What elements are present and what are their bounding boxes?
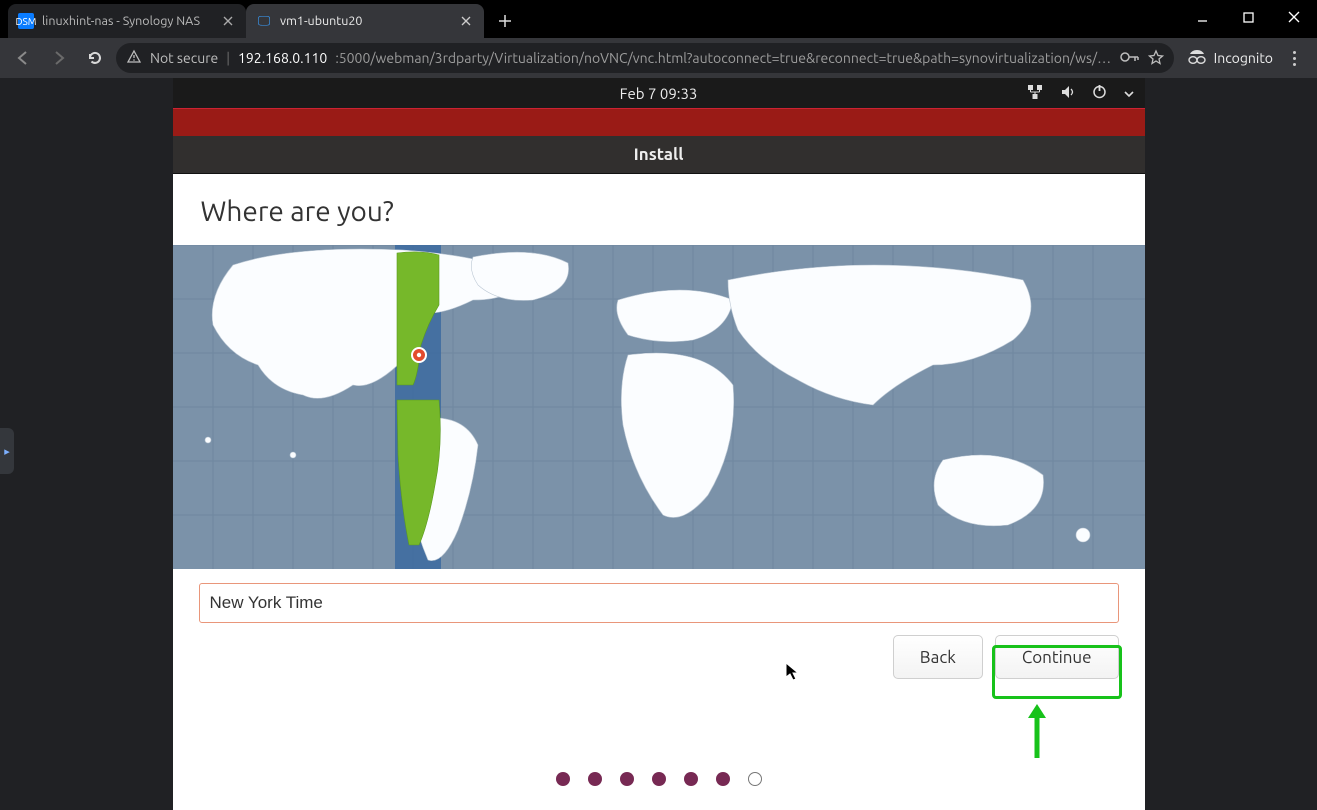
address-bar[interactable]: Not secure | 192.168.0.110:5000/webman/3… <box>116 43 1174 73</box>
window-minimize-button[interactable] <box>1179 0 1225 34</box>
incognito-badge[interactable]: Incognito <box>1186 48 1273 69</box>
page-content: ▸ Feb 7 09:33 Install <box>0 78 1317 810</box>
chevron-down-icon[interactable] <box>1123 85 1135 102</box>
tab-close-icon[interactable] <box>220 13 236 29</box>
network-icon[interactable] <box>1026 84 1044 103</box>
progress-dot <box>716 772 730 786</box>
progress-dot <box>684 772 698 786</box>
browser-tab-inactive[interactable]: DSM linuxhint-nas - Synology NAS <box>8 4 246 38</box>
tab-close-icon[interactable] <box>458 13 474 29</box>
back-button[interactable]: Back <box>893 635 983 679</box>
vm-screen: Feb 7 09:33 Install Where are y <box>173 78 1145 810</box>
progress-dots <box>173 772 1145 786</box>
address-host: 192.168.0.110 <box>238 50 327 66</box>
tab-title: linuxhint-nas - Synology NAS <box>42 14 220 28</box>
timezone-map[interactable] <box>173 245 1145 569</box>
browser-menu-button[interactable] <box>1285 51 1303 66</box>
power-icon[interactable] <box>1092 84 1107 102</box>
browser-tab-active[interactable]: 🖵 vm1-ubuntu20 <box>246 4 484 38</box>
incognito-icon <box>1186 48 1208 69</box>
window-maximize-button[interactable] <box>1225 0 1271 34</box>
not-secure-icon <box>126 49 142 68</box>
continue-label: Continue <box>1022 648 1092 667</box>
security-label: Not secure <box>150 50 218 66</box>
installer-panel: Where are you? <box>173 174 1145 810</box>
continue-button[interactable]: Continue <box>995 635 1119 679</box>
incognito-label: Incognito <box>1214 50 1273 66</box>
star-bookmark-icon[interactable] <box>1148 49 1164 68</box>
mouse-cursor-icon <box>785 662 801 686</box>
progress-dot <box>588 772 602 786</box>
tab-title: vm1-ubuntu20 <box>280 14 458 28</box>
page-heading: Where are you? <box>173 174 1145 245</box>
window-title-bar: Install <box>173 136 1145 174</box>
clock: Feb 7 09:33 <box>620 85 698 102</box>
window-close-button[interactable] <box>1271 0 1317 34</box>
synology-favicon-icon: DSM <box>18 13 34 29</box>
progress-dot <box>620 772 634 786</box>
novnc-panel-handle[interactable]: ▸ <box>0 428 14 474</box>
back-button[interactable] <box>8 43 38 73</box>
gnome-top-bar: Feb 7 09:33 <box>173 78 1145 108</box>
browser-tab-strip: DSM linuxhint-nas - Synology NAS 🖵 vm1-u… <box>0 0 1317 38</box>
progress-dot <box>652 772 666 786</box>
location-marker-icon <box>412 348 426 362</box>
ubiquity-accent-bar <box>173 108 1145 136</box>
progress-dot-upcoming <box>748 772 762 786</box>
address-path: :5000/webman/3rdparty/Virtualization/noV… <box>335 50 1111 66</box>
vnc-favicon-icon: 🖵 <box>256 13 272 29</box>
timezone-input[interactable] <box>199 583 1119 623</box>
key-icon[interactable] <box>1120 50 1140 67</box>
new-tab-button[interactable] <box>490 6 520 36</box>
window-title: Install <box>634 145 684 164</box>
volume-icon[interactable] <box>1060 85 1076 102</box>
reload-button[interactable] <box>80 43 110 73</box>
browser-toolbar: Not secure | 192.168.0.110:5000/webman/3… <box>0 38 1317 78</box>
progress-dot <box>556 772 570 786</box>
back-label: Back <box>920 648 956 667</box>
forward-button[interactable] <box>44 43 74 73</box>
annotation-arrow-icon <box>1025 702 1049 762</box>
